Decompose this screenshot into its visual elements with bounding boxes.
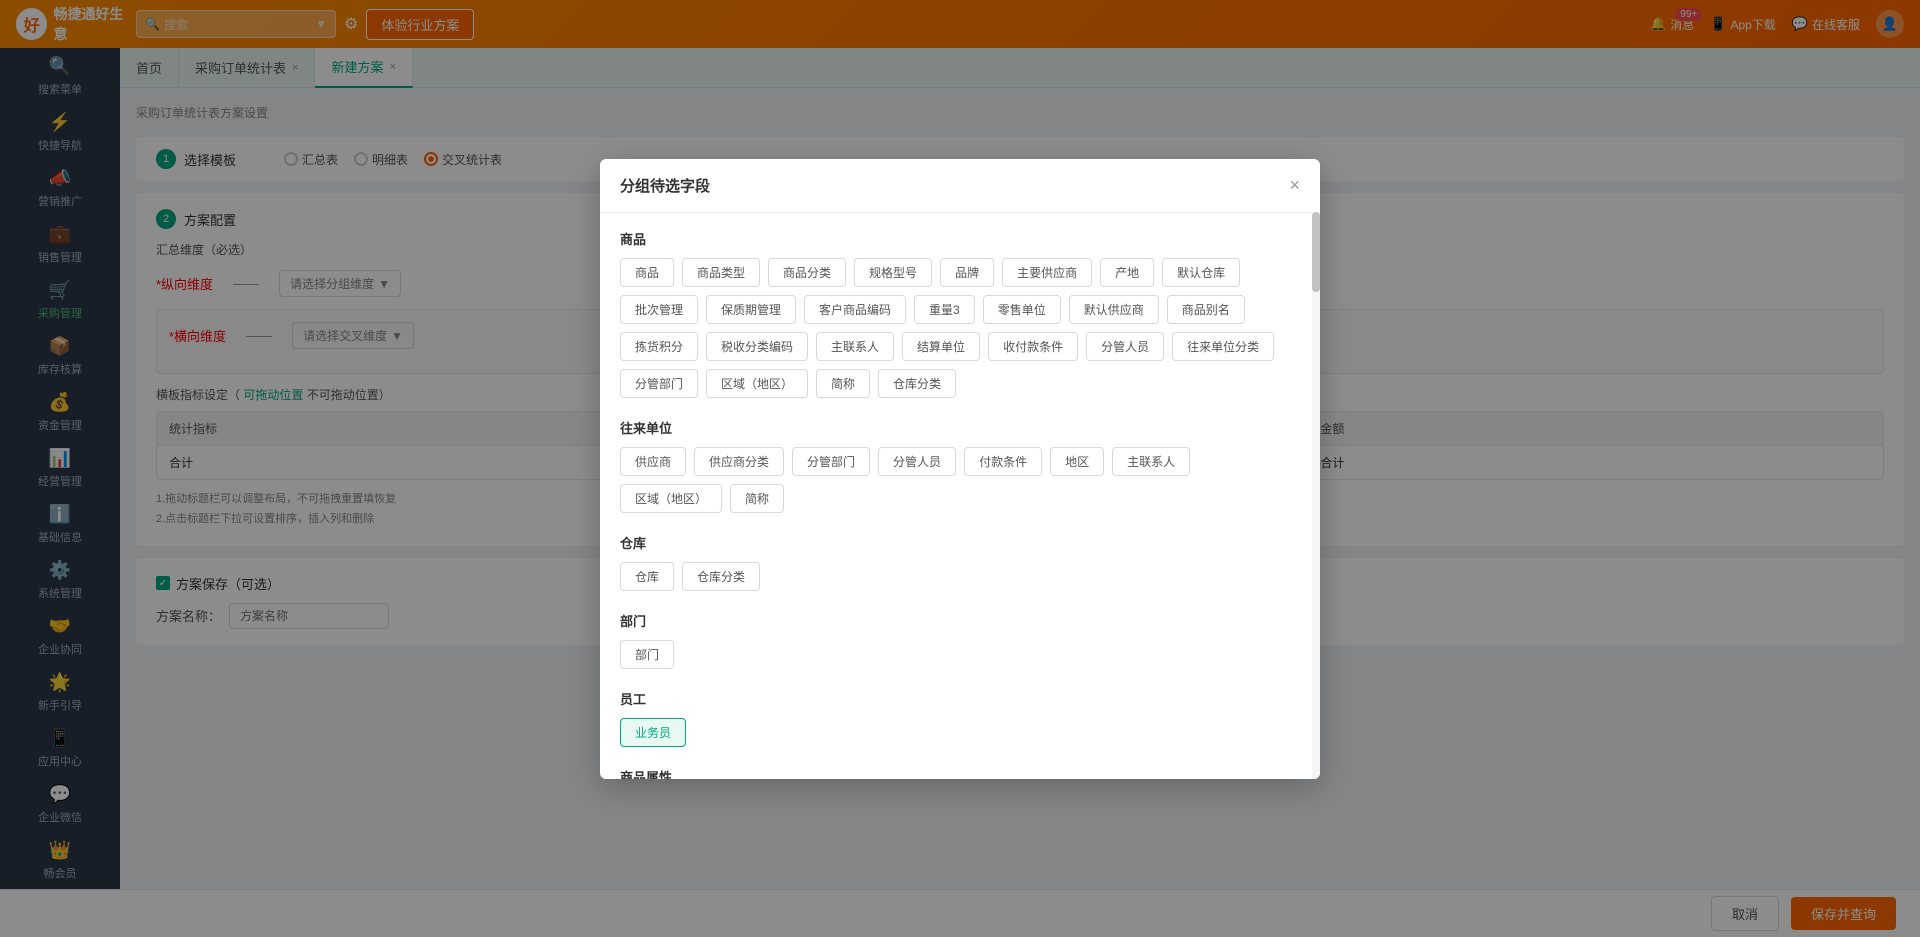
tag-product-20[interactable]: 分管人员 [1086,332,1164,361]
section-employee-title: 员工 [620,689,1300,708]
tag-product-23[interactable]: 区域（地区） [706,369,808,398]
section-partner-title: 往来单位 [620,418,1300,437]
tag-product-22[interactable]: 分管部门 [620,369,698,398]
tag-product-6[interactable]: 产地 [1100,258,1154,287]
tag-partner-4[interactable]: 付款条件 [964,447,1042,476]
tag-product-10[interactable]: 客户商品编码 [804,295,906,324]
tag-product-19[interactable]: 收付款条件 [988,332,1078,361]
tag-employee-0[interactable]: 业务员 [620,718,686,747]
section-product-attr: 商品属性 属性 颜色 多规格 尺码 鞋码 1 [620,767,1300,779]
tag-product-13[interactable]: 默认供应商 [1069,295,1159,324]
partner-tags: 供应商 供应商分类 分管部门 分管人员 付款条件 地区 主联系人 区域（地区） … [620,447,1300,513]
section-partner: 往来单位 供应商 供应商分类 分管部门 分管人员 付款条件 地区 主联系人 区域… [620,418,1300,513]
tag-product-0[interactable]: 商品 [620,258,674,287]
product-tags: 商品 商品类型 商品分类 规格型号 品牌 主要供应商 产地 默认仓库 批次管理 … [620,258,1300,398]
section-product-title: 商品 [620,229,1300,248]
modal-scrollbar-thumb [1312,212,1320,292]
section-dept: 部门 部门 [620,611,1300,669]
tag-product-24[interactable]: 简称 [816,369,870,398]
tag-partner-8[interactable]: 简称 [730,484,784,513]
tag-product-2[interactable]: 商品分类 [768,258,846,287]
tag-product-25[interactable]: 仓库分类 [878,369,956,398]
modal-header: 分组待选字段 × [600,159,1320,213]
employee-tags: 业务员 [620,718,1300,747]
modal-overlay: 分组待选字段 × 商品 商品 商品类型 商品分类 规格型号 品牌 主要供应商 产… [0,0,1920,937]
tag-product-7[interactable]: 默认仓库 [1162,258,1240,287]
tag-warehouse-0[interactable]: 仓库 [620,562,674,591]
tag-partner-1[interactable]: 供应商分类 [694,447,784,476]
tag-product-14[interactable]: 商品别名 [1167,295,1245,324]
modal-close-btn[interactable]: × [1289,175,1300,196]
tag-partner-6[interactable]: 主联系人 [1112,447,1190,476]
tag-warehouse-1[interactable]: 仓库分类 [682,562,760,591]
modal-title: 分组待选字段 [620,175,710,196]
tag-product-5[interactable]: 主要供应商 [1002,258,1092,287]
modal-scrollbar-track [1312,212,1320,779]
tag-partner-2[interactable]: 分管部门 [792,447,870,476]
tag-dept-0[interactable]: 部门 [620,640,674,669]
tag-product-15[interactable]: 拣货积分 [620,332,698,361]
modal-body: 商品 商品 商品类型 商品分类 规格型号 品牌 主要供应商 产地 默认仓库 批次… [600,213,1320,779]
section-product: 商品 商品 商品类型 商品分类 规格型号 品牌 主要供应商 产地 默认仓库 批次… [620,229,1300,398]
section-warehouse: 仓库 仓库 仓库分类 [620,533,1300,591]
section-warehouse-title: 仓库 [620,533,1300,552]
tag-product-16[interactable]: 税收分类编码 [706,332,808,361]
tag-product-12[interactable]: 零售单位 [983,295,1061,324]
warehouse-tags: 仓库 仓库分类 [620,562,1300,591]
tag-product-4[interactable]: 品牌 [940,258,994,287]
tag-partner-7[interactable]: 区域（地区） [620,484,722,513]
tag-product-9[interactable]: 保质期管理 [706,295,796,324]
tag-product-18[interactable]: 结算单位 [902,332,980,361]
tag-product-11[interactable]: 重量3 [914,295,975,324]
tag-product-8[interactable]: 批次管理 [620,295,698,324]
tag-partner-3[interactable]: 分管人员 [878,447,956,476]
tag-partner-0[interactable]: 供应商 [620,447,686,476]
section-dept-title: 部门 [620,611,1300,630]
tag-product-3[interactable]: 规格型号 [854,258,932,287]
tag-product-17[interactable]: 主联系人 [816,332,894,361]
tag-product-21[interactable]: 往来单位分类 [1172,332,1274,361]
tag-product-1[interactable]: 商品类型 [682,258,760,287]
modal-dialog: 分组待选字段 × 商品 商品 商品类型 商品分类 规格型号 品牌 主要供应商 产… [600,159,1320,779]
section-product-attr-title: 商品属性 [620,767,1300,779]
tag-partner-5[interactable]: 地区 [1050,447,1104,476]
section-employee: 员工 业务员 [620,689,1300,747]
dept-tags: 部门 [620,640,1300,669]
